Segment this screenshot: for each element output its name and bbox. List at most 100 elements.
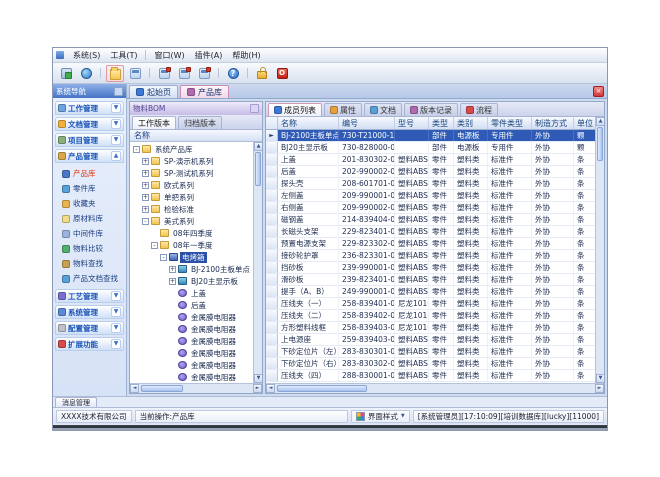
chevron-down-icon[interactable]: ▼ [111, 135, 121, 145]
doc-tab-product-library[interactable]: 产品库 [180, 85, 229, 98]
scroll-thumb[interactable] [597, 127, 603, 161]
chevron-down-icon[interactable]: ▼ [111, 103, 121, 113]
window-export-icon[interactable] [175, 65, 193, 82]
table-row[interactable]: 方形塑料线框258-839403-00X尼龙1010零件塑料类标准件外协条 [266, 322, 595, 334]
tab-member-list[interactable]: 成员列表 [268, 103, 322, 116]
table-row[interactable]: 探头壳208-601701-01X塑料ABS零件塑料类标准件外协条 [266, 178, 595, 190]
tab-version-history[interactable]: 版本记录 [404, 103, 458, 116]
folder-icon[interactable] [106, 65, 124, 82]
scroll-up-icon[interactable]: ▲ [596, 117, 604, 126]
tree-column-header[interactable]: 名称 [130, 130, 262, 142]
expand-icon[interactable]: + [169, 266, 176, 273]
expand-icon[interactable]: + [142, 158, 149, 165]
collapse-icon[interactable]: - [160, 254, 167, 261]
scroll-thumb[interactable] [141, 385, 183, 392]
tree-node-inspection-standards[interactable]: +检验标准 [130, 203, 253, 215]
table-row[interactable]: 预置电源支架229-823302-00X塑料ABS零件塑料类标准件外协条 [266, 238, 595, 250]
table-row[interactable]: ►BJ-2100主板单点730-T21000-12X部件电源板专用件外协颗 [266, 130, 595, 142]
tab-working-version[interactable]: 工作版本 [132, 116, 176, 129]
tree-node-electric-oven[interactable]: -电烤箱 [130, 251, 253, 263]
panel-pin-icon[interactable] [250, 104, 259, 113]
tree-node-metal-film-resistor-5[interactable]: 金属膜电阻器 [130, 359, 253, 371]
expand-icon[interactable]: + [142, 194, 149, 201]
column-header-6[interactable]: 零件类型 [488, 117, 532, 129]
sidebar-group-extended-functions[interactable]: 扩展功能▼ [55, 337, 124, 351]
expand-icon[interactable]: + [169, 278, 176, 285]
tree-node-sp-demo-series[interactable]: +SP-演示机系列 [130, 155, 253, 167]
table-row[interactable]: 左侧盖209-990001-01X塑料ABS零件塑料类标准件外协条 [266, 190, 595, 202]
sidebar-group-configuration-management[interactable]: 配置管理▼ [55, 321, 124, 335]
tree-node-single-handle-series[interactable]: +单把系列 [130, 191, 253, 203]
table-row[interactable]: 压线夹（四）288-830001-00X塑料ABS零件塑料类标准件外协条 [266, 370, 595, 382]
grid-vertical-scrollbar[interactable]: ▲ ▼ [595, 117, 604, 383]
sidebar-item-favorites[interactable]: 收藏夹 [60, 197, 124, 210]
table-row[interactable]: 提手（A、B）249-990001-01X塑料ABS零件塑料类标准件外协条 [266, 286, 595, 298]
sidebar-group-work-management[interactable]: 工作管理▼ [55, 101, 124, 115]
sidebar-item-raw-material-library[interactable]: 原材料库 [60, 212, 124, 225]
chevron-down-icon[interactable]: ▼ [111, 339, 121, 349]
globe-icon[interactable] [77, 65, 95, 82]
scroll-right-icon[interactable]: ► [253, 384, 262, 393]
column-header-5[interactable]: 类别 [454, 117, 488, 129]
tree-node-american-series[interactable]: -美式系列 [130, 215, 253, 227]
chevron-down-icon[interactable]: ▼ [111, 323, 121, 333]
table-row[interactable]: 压线夹（一）258-839401-00X尼龙1010零件塑料类标准件外协条 [266, 298, 595, 310]
table-row[interactable]: 滑砂板239-823401-01X塑料ABS零件塑料类标准件外协条 [266, 274, 595, 286]
ui-style-dropdown[interactable]: 界面样式 ▼ [351, 410, 410, 423]
collapse-icon[interactable]: - [133, 146, 140, 153]
scroll-right-icon[interactable]: ► [595, 384, 604, 393]
menu-item-help[interactable]: 帮助(H) [227, 49, 265, 62]
table-row[interactable]: 长磁头支架229-823401-00X塑料ABS零件塑料类标准件外协条 [266, 226, 595, 238]
table-row[interactable]: BJ20主显示板730-828000-04X部件电源板专用件外协颗 [266, 142, 595, 154]
expand-icon[interactable]: + [142, 206, 149, 213]
table-row[interactable]: 压线夹（二）258-839402-00X尼龙1010零件塑料类标准件外协条 [266, 310, 595, 322]
tree-node-sp-test-series[interactable]: +SP-测试机系列 [130, 167, 253, 179]
tree-vertical-scrollbar[interactable]: ▲ ▼ [253, 142, 262, 383]
tree-node-european-series[interactable]: +欧式系列 [130, 179, 253, 191]
tree-node-bj20-display-board[interactable]: +BJ20主显示板 [130, 275, 253, 287]
table-row[interactable]: 上盖201-830302-00X塑料ABS零件塑料类标准件外协条 [266, 154, 595, 166]
table-row[interactable]: 上电源座259-839403-00X塑料ABS零件塑料类标准件外协条 [266, 334, 595, 346]
sidebar-group-system-management[interactable]: 系统管理▼ [55, 305, 124, 319]
scroll-up-icon[interactable]: ▲ [254, 142, 262, 151]
tree-node-bj2100-mainboard[interactable]: +BJ-2100主板单点 [130, 263, 253, 275]
pin-icon[interactable] [114, 87, 123, 96]
sidebar-group-project-management[interactable]: 项目管理▼ [55, 133, 124, 147]
message-management-tab[interactable]: 消息管理 [55, 397, 97, 407]
lock-icon[interactable] [253, 65, 271, 82]
scroll-left-icon[interactable]: ◄ [130, 384, 139, 393]
scroll-down-icon[interactable]: ▼ [596, 374, 604, 383]
chevron-down-icon[interactable]: ▼ [111, 291, 121, 301]
column-header-2[interactable]: 编号 [339, 117, 395, 129]
tree-node-system-product-library[interactable]: -系统产品库 [130, 143, 253, 155]
sidebar-item-parts-library[interactable]: 零件库 [60, 182, 124, 195]
sidebar-group-product-management[interactable]: 产品管理▲ [55, 149, 124, 163]
sidebar-group-process-management[interactable]: 工艺管理▼ [55, 289, 124, 303]
column-header-4[interactable]: 类型 [429, 117, 454, 129]
tree-node-metal-film-resistor-6[interactable]: 金属膜电阻器 [130, 371, 253, 383]
menu-item-window[interactable]: 窗口(W) [149, 49, 189, 62]
scroll-left-icon[interactable]: ◄ [266, 384, 275, 393]
tree-node-metal-film-resistor-4[interactable]: 金属膜电阻器 [130, 347, 253, 359]
expand-icon[interactable]: + [142, 170, 149, 177]
scroll-thumb[interactable] [277, 385, 367, 392]
close-icon[interactable]: × [593, 86, 604, 97]
tree-node-metal-film-resistor-2[interactable]: 金属膜电阻器 [130, 323, 253, 335]
tree-node-q4-2008[interactable]: 08年四季度 [130, 227, 253, 239]
tree-node-top-cover[interactable]: 上盖 [130, 287, 253, 299]
menu-item-tools[interactable]: 工具(T) [105, 49, 142, 62]
chevron-down-icon[interactable]: ▼ [111, 119, 121, 129]
window-refresh-icon[interactable] [195, 65, 213, 82]
column-header-3[interactable]: 型号 [395, 117, 429, 129]
window-close-icon[interactable] [155, 65, 173, 82]
sidebar-item-product-library[interactable]: 产品库 [60, 167, 124, 180]
tree-horizontal-scrollbar[interactable]: ◄ ► [130, 383, 262, 393]
help-icon[interactable]: ? [224, 65, 242, 82]
sidebar-group-document-management[interactable]: 文档管理▼ [55, 117, 124, 131]
table-row[interactable]: 后盖202-990002-01X塑料ABS零件塑料类标准件外协条 [266, 166, 595, 178]
tree-node-q1-2008[interactable]: -08年一季度 [130, 239, 253, 251]
collapse-icon[interactable]: - [142, 218, 149, 225]
table-row[interactable]: 挡砂板239-990001-01X塑料ABS零件塑料类标准件外协条 [266, 262, 595, 274]
tab-documents[interactable]: 文档 [364, 103, 402, 116]
scroll-down-icon[interactable]: ▼ [254, 374, 262, 383]
